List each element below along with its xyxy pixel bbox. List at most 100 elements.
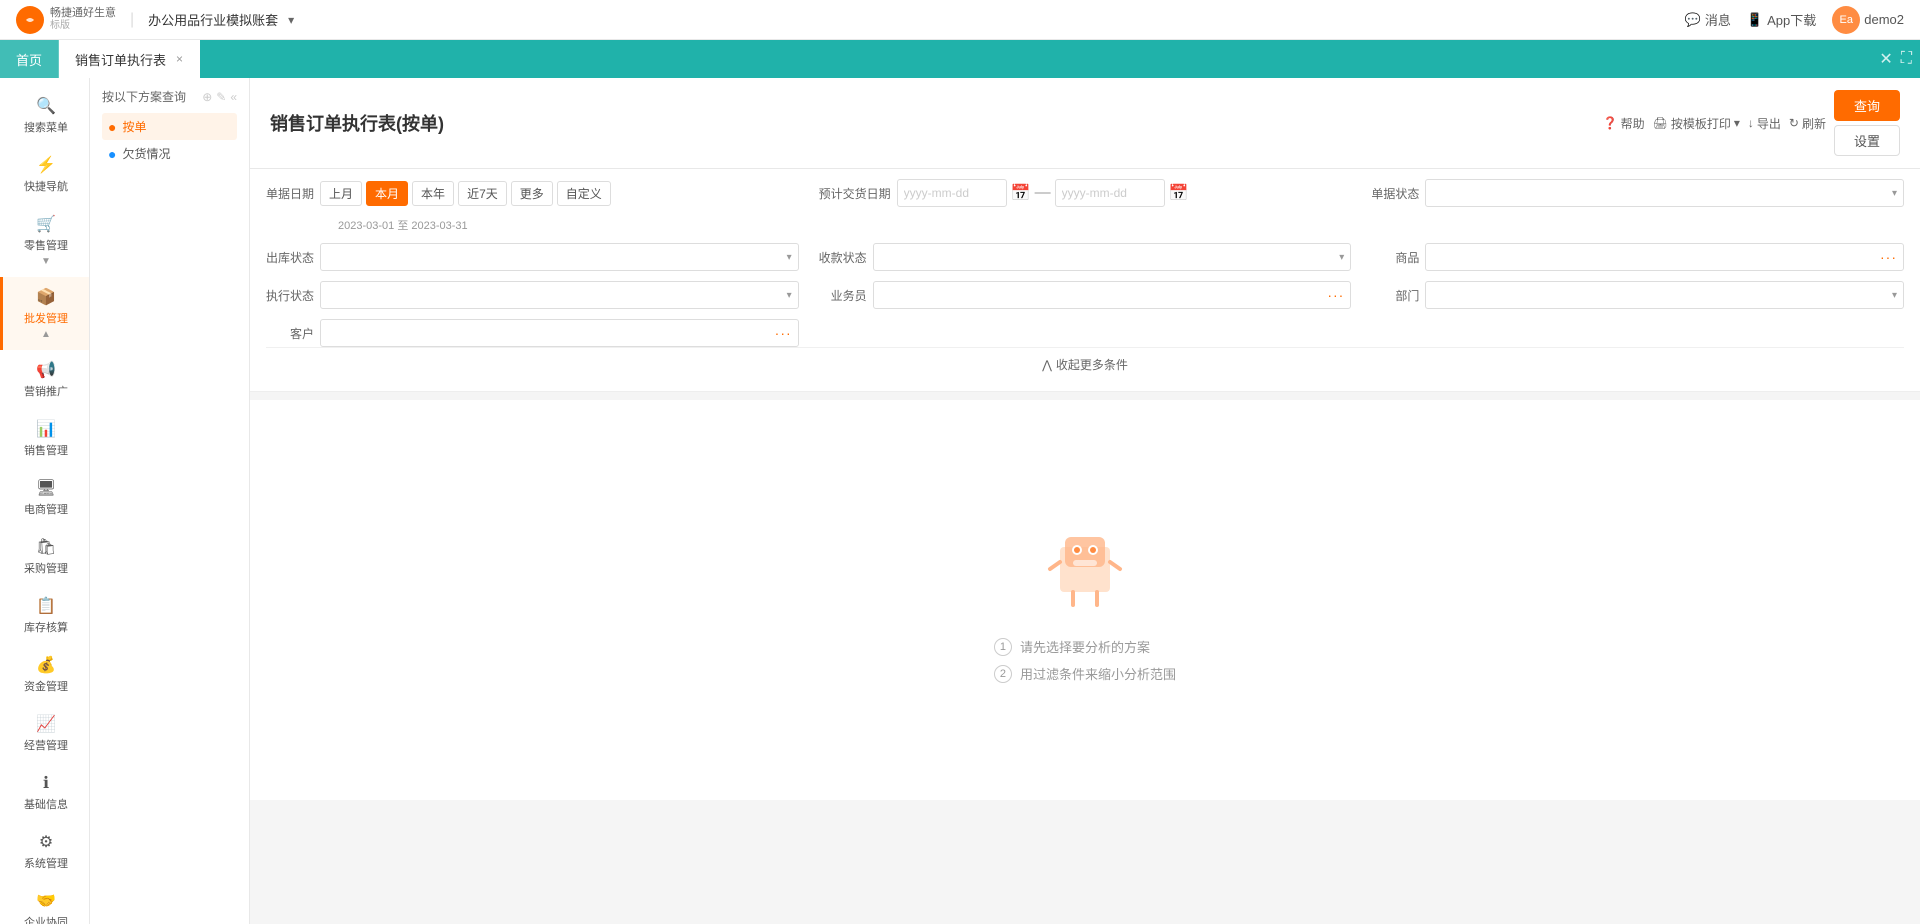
- tab-home[interactable]: 首页: [0, 40, 59, 78]
- expected-date-label: 预计交货日期: [819, 185, 891, 202]
- user-area[interactable]: Ea demo2: [1832, 6, 1904, 34]
- retail-icon: 🛒: [36, 214, 56, 234]
- filter-row-4: 客户 ···: [266, 319, 1904, 347]
- scheme-collapse-btn[interactable]: «: [230, 90, 237, 104]
- topbar-right: 💬 消息 📱 App下载 Ea demo2: [1685, 6, 1904, 34]
- customer-more-btn[interactable]: ···: [775, 325, 792, 341]
- expected-date-from[interactable]: [897, 179, 1007, 207]
- goods-row: 商品 ···: [1371, 243, 1904, 271]
- empty-tip-1: 1 请先选择要分析的方案: [994, 637, 1176, 656]
- more-btn[interactable]: 更多: [511, 181, 553, 206]
- cal-from-icon[interactable]: 📅: [1011, 183, 1031, 203]
- exec-status-arrow: ▾: [787, 290, 792, 301]
- help-btn[interactable]: ❓ 帮助: [1603, 115, 1645, 132]
- scheme-by-order-icon: ●: [108, 119, 116, 135]
- topbar: 畅捷通好生意 标版 | 办公用品行业模拟账套 ▾ 💬 消息 📱 App下载 Ea…: [0, 0, 1920, 40]
- tab-sales-order[interactable]: 销售订单执行表 ×: [59, 40, 200, 78]
- cal-to-icon[interactable]: 📅: [1169, 183, 1189, 203]
- scheme-title: 按以下方案查询: [102, 88, 186, 105]
- dept-arrow: ▾: [1892, 290, 1897, 301]
- logo-area[interactable]: 畅捷通好生意 标版: [16, 6, 116, 34]
- date-field-row: 单据日期 上月 本月 本年 近7天 更多 自定义: [266, 179, 799, 207]
- scheme-item-by-order[interactable]: ● 按单: [102, 113, 237, 140]
- sidebar-item-retail[interactable]: 🛒 零售管理 ▼: [0, 204, 89, 277]
- sidebar-item-finance[interactable]: 💰 资金管理: [0, 645, 89, 704]
- tab-close-window-btn[interactable]: ✕: [1879, 49, 1892, 69]
- refresh-btn[interactable]: ↻ 刷新: [1789, 115, 1826, 132]
- scheme-add-btn[interactable]: ⊕: [202, 90, 212, 104]
- exec-status-row: 执行状态 ▾: [266, 281, 799, 309]
- dept-select[interactable]: ▾: [1425, 281, 1904, 309]
- setting-btn[interactable]: 设置: [1834, 125, 1900, 156]
- quick-nav-icon: ⚡: [36, 155, 56, 175]
- export-btn[interactable]: ↓ 导出: [1748, 115, 1781, 132]
- ecommerce-icon: 🖥: [36, 478, 56, 498]
- content-area: 按以下方案查询 ⊕ ✎ « ● 按单 ● 欠货情况: [90, 78, 1920, 924]
- tab-close-icon[interactable]: ×: [176, 52, 183, 66]
- tabbar-actions: ✕ ⛶: [1879, 40, 1920, 78]
- scheme-arrears-icon: ●: [108, 146, 116, 162]
- doc-status-arrow: ▾: [1892, 188, 1897, 199]
- sidebar-item-enterprise[interactable]: 🤝 企业协同: [0, 881, 89, 924]
- last-month-btn[interactable]: 上月: [320, 181, 362, 206]
- this-year-btn[interactable]: 本年: [412, 181, 454, 206]
- empty-tips: 1 请先选择要分析的方案 2 用过滤条件来缩小分析范围: [994, 637, 1176, 683]
- scheme-sidebar: 按以下方案查询 ⊕ ✎ « ● 按单 ● 欠货情况: [90, 78, 250, 924]
- goods-more-btn[interactable]: ···: [1880, 249, 1897, 265]
- sidebar-item-inventory[interactable]: 📋 库存核算: [0, 586, 89, 645]
- filter-row-3: 执行状态 ▾ 业务员 ···: [266, 281, 1904, 309]
- filter-area: 单据日期 上月 本月 本年 近7天 更多 自定义: [250, 169, 1920, 392]
- collection-status-select[interactable]: ▾: [873, 243, 1352, 271]
- expected-date-to[interactable]: [1055, 179, 1165, 207]
- collapse-btn[interactable]: ⋀ 收起更多条件: [266, 347, 1904, 381]
- query-btn[interactable]: 查询: [1834, 90, 1900, 121]
- download-icon: 📱: [1747, 12, 1763, 28]
- sidebar-item-operation[interactable]: 📈 经营管理: [0, 704, 89, 763]
- last-7-days-btn[interactable]: 近7天: [458, 181, 507, 206]
- inventory-icon: 📋: [36, 596, 56, 616]
- collection-status-label: 收款状态: [819, 249, 867, 266]
- out-status-select[interactable]: ▾: [320, 243, 799, 271]
- sidebar-item-marketing[interactable]: 📢 营销推广: [0, 350, 89, 409]
- search-icon: 🔍: [36, 96, 56, 116]
- date-range-display: 2023-03-01 至 2023-03-31: [338, 217, 1904, 233]
- exec-status-select[interactable]: ▾: [320, 281, 799, 309]
- template-print-btn[interactable]: 🖨 按模板打印 ▾: [1653, 115, 1740, 132]
- salesperson-row: 业务员 ···: [819, 281, 1352, 309]
- finance-icon: 💰: [36, 655, 56, 675]
- retail-arrow-icon: ▼: [41, 256, 51, 267]
- help-icon: ❓: [1603, 116, 1618, 130]
- sidebar-item-purchase[interactable]: 🛍 采购管理: [0, 527, 89, 586]
- sidebar-item-system[interactable]: ⚙ 系统管理: [0, 822, 89, 881]
- sidebar-item-basic-info[interactable]: ℹ 基础信息: [0, 763, 89, 822]
- page-title: 销售订单执行表(按单): [270, 110, 444, 136]
- sidebar-item-ecommerce[interactable]: 🖥 电商管理: [0, 468, 89, 527]
- dept-row: 部门 ▾: [1371, 281, 1904, 309]
- this-month-btn[interactable]: 本月: [366, 181, 408, 206]
- custom-btn[interactable]: 自定义: [557, 181, 611, 206]
- out-status-row: 出库状态 ▾: [266, 243, 799, 271]
- page-header: 销售订单执行表(按单) ❓ 帮助 🖨 按模板打印 ▾ ↓: [250, 78, 1920, 169]
- template-arrow-icon: ▾: [1734, 116, 1740, 130]
- sidebar-item-quick-nav[interactable]: ⚡ 快捷导航: [0, 145, 89, 204]
- app-logo: [16, 6, 44, 34]
- scheme-edit-btn[interactable]: ✎: [216, 90, 226, 104]
- salesperson-more-btn[interactable]: ···: [1327, 287, 1344, 303]
- sidebar-item-sales[interactable]: 📊 销售管理: [0, 409, 89, 468]
- doc-status-select[interactable]: ▾: [1425, 179, 1904, 207]
- tab-home-label: 首页: [16, 50, 42, 69]
- sales-icon: 📊: [36, 419, 56, 439]
- title-dropdown[interactable]: ▾: [288, 13, 294, 27]
- sidebar: 🔍 搜索菜单 ⚡ 快捷导航 🛒 零售管理 ▼ 📦 批发管理 ▲ 📢 营销推广 📊…: [0, 78, 90, 924]
- tip-num-1: 1: [994, 638, 1012, 656]
- message-btn[interactable]: 💬 消息: [1685, 10, 1731, 29]
- sidebar-item-wholesale[interactable]: 📦 批发管理 ▲: [0, 277, 89, 350]
- query-btn-area: 查询 设置: [1834, 90, 1900, 156]
- sidebar-item-search[interactable]: 🔍 搜索菜单: [0, 86, 89, 145]
- scheme-item-arrears[interactable]: ● 欠货情况: [102, 140, 237, 167]
- collection-status-arrow: ▾: [1339, 252, 1344, 263]
- marketing-icon: 📢: [36, 360, 56, 380]
- topbar-left: 畅捷通好生意 标版 | 办公用品行业模拟账套 ▾: [16, 6, 294, 34]
- tab-expand-btn[interactable]: ⛶: [1901, 50, 1912, 68]
- app-download-btn[interactable]: 📱 App下载: [1747, 10, 1816, 29]
